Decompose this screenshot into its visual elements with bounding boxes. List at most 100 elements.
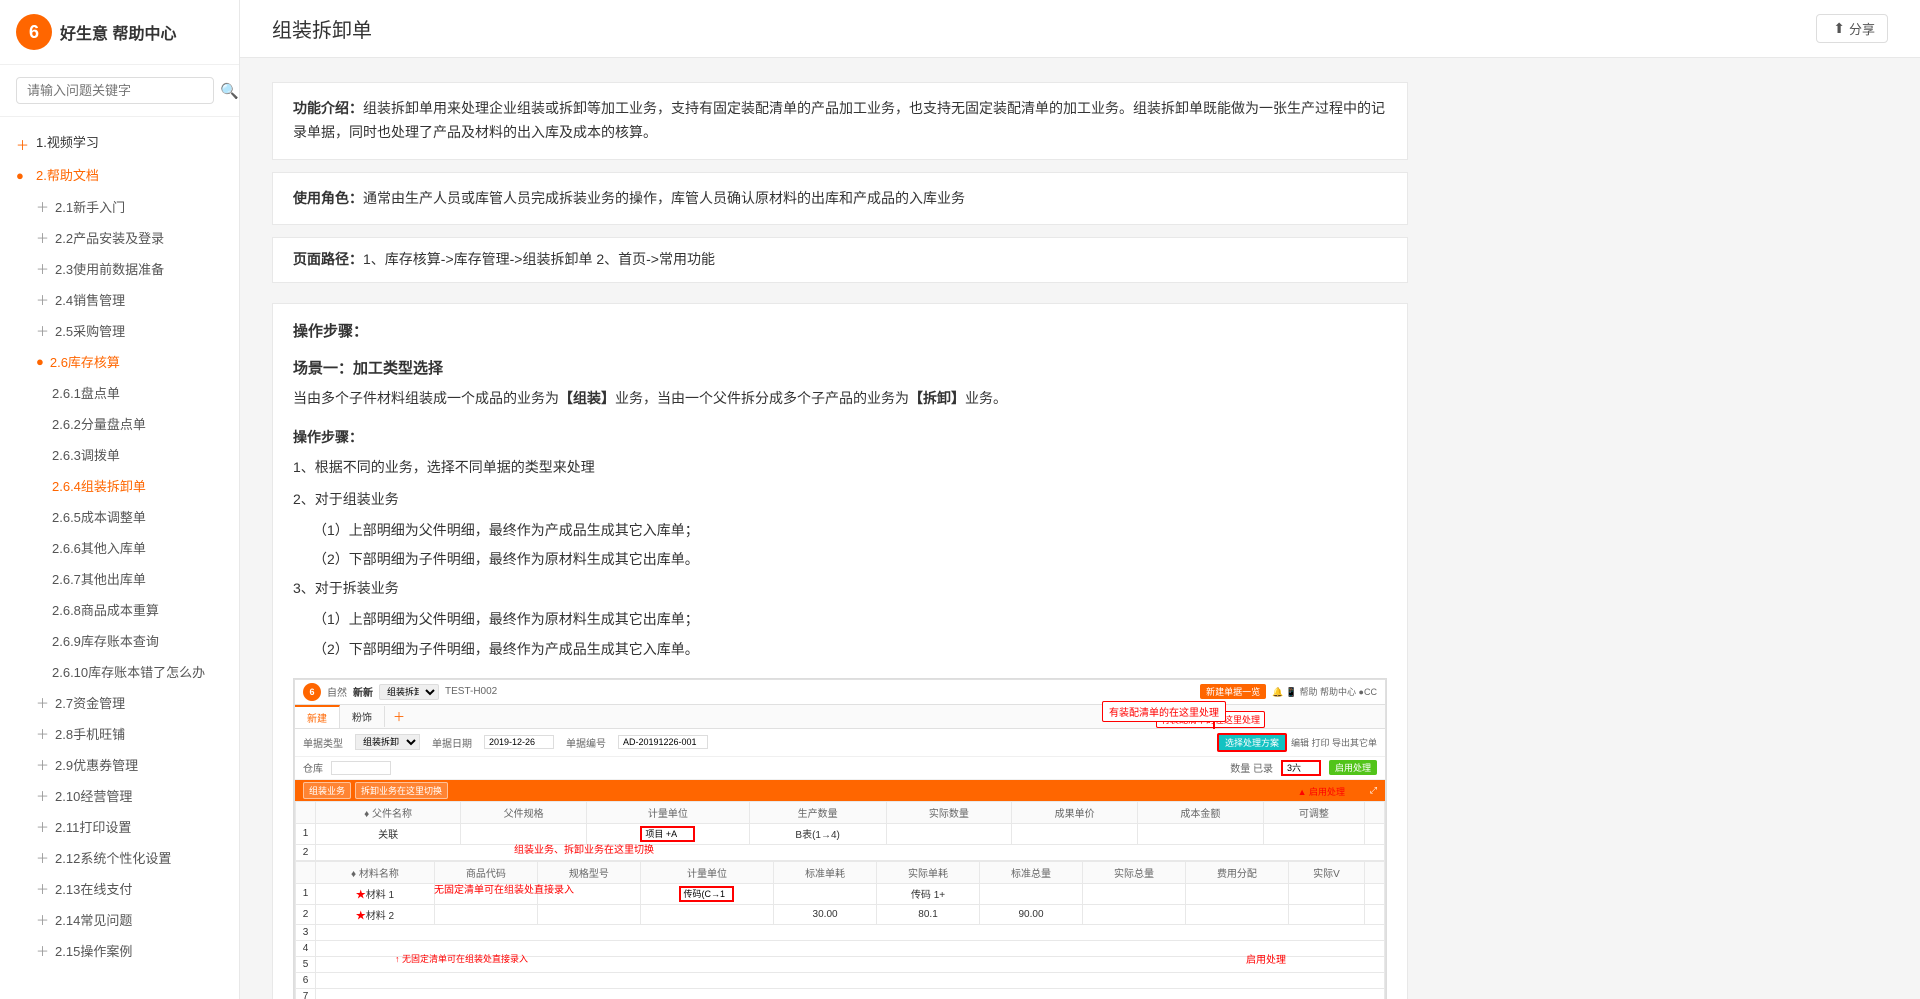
td-num: 2 [296, 904, 316, 924]
mini-select-type[interactable]: 组装拆卸单 [379, 684, 439, 700]
mini-new-doc-button[interactable]: 新建单据一览 [1200, 684, 1266, 699]
nav-label: 2.13在线支付 [55, 879, 132, 898]
th-unit: 计量单位 [587, 801, 750, 823]
function-intro-box: 功能介绍：组装拆卸单用来处理企业组装或拆卸等加工业务，支持有固定装配清单的产品加… [272, 82, 1408, 160]
sidebar-item-215[interactable]: ＋ 2.15操作案例 [0, 935, 239, 966]
share-button[interactable]: ⬆ 分享 [1816, 14, 1888, 43]
step2-1: （1）上部明细为父件明细，最终作为产成品生成其它入库单； [293, 518, 1387, 543]
sidebar-item-label: 2.帮助文档 [36, 165, 99, 184]
sidebar-item-214[interactable]: ＋ 2.14常见问题 [0, 904, 239, 935]
sidebar-item-25[interactable]: ＋ 2.5采购管理 [0, 315, 239, 346]
td-unit [640, 883, 773, 904]
plus-icon: ＋ [36, 910, 49, 929]
sidebar-item-videos[interactable]: ＋ 1.视频学习 [0, 125, 239, 158]
mini-tab-new[interactable]: 新建 [295, 705, 340, 728]
td-actual-qty [886, 823, 1012, 844]
sidebar-item-266[interactable]: 2.6.6其他入库单 [0, 532, 239, 563]
td-actual-v [1288, 904, 1364, 924]
ops-steps-label: 操作步骤： [293, 427, 1387, 447]
td-actual-v [1288, 883, 1364, 904]
mini-tab-second[interactable]: 粉饰 [340, 706, 385, 727]
nav-label: 2.6.7其他出库单 [52, 569, 146, 588]
sidebar-item-docs[interactable]: ● 2.帮助文档 [0, 158, 239, 191]
sidebar-item-28[interactable]: ＋ 2.8手机旺铺 [0, 718, 239, 749]
sidebar-item-29[interactable]: ＋ 2.9优惠券管理 [0, 749, 239, 780]
function-intro-label: 功能介绍： [293, 100, 363, 116]
sidebar-item-213[interactable]: ＋ 2.13在线支付 [0, 873, 239, 904]
sidebar-item-269[interactable]: 2.6.9库存账本查询 [0, 625, 239, 656]
plus-icon: ＋ [36, 228, 49, 247]
mini-tab-add[interactable]: ＋ [385, 705, 413, 728]
sidebar-item-262[interactable]: 2.6.2分量盘点单 [0, 408, 239, 439]
mini-warehouse-input[interactable] [331, 761, 391, 775]
nav-label: 2.4销售管理 [55, 290, 125, 309]
td-adjustable [1263, 823, 1364, 844]
sidebar-item-21[interactable]: ＋ 2.1新手入门 [0, 191, 239, 222]
sidebar-item-27[interactable]: ＋ 2.7资金管理 [0, 687, 239, 718]
td-std-con [774, 883, 877, 904]
mini-ui-mockup: 6 自然 新新 组装拆卸单 TEST-H002 新建单据一览 🔔 📱 帮助 帮助… [294, 679, 1386, 999]
mini-table-input2[interactable] [679, 886, 734, 902]
sidebar-item-212[interactable]: ＋ 2.12系统个性化设置 [0, 842, 239, 873]
role-label: 使用角色： [293, 190, 363, 206]
sidebar-item-261[interactable]: 2.6.1盘点单 [0, 377, 239, 408]
td-act-tot [1082, 883, 1185, 904]
search-button[interactable]: 🔍 [220, 82, 239, 100]
td-mat-name: ★材料 2 [316, 904, 435, 924]
sidebar-item-267[interactable]: 2.6.7其他出库单 [0, 563, 239, 594]
td-mat-name: ★材料 1 [316, 883, 435, 904]
ops-title: 操作步骤： [293, 320, 1387, 341]
mini-btn-assemble[interactable]: 组装业务 [303, 782, 351, 799]
step3: 3、对于拆装业务 [293, 576, 1387, 601]
mini-test-id: TEST-H002 [445, 686, 497, 697]
annotation-direct-entry: 无固定清单可在组装处直接录入 [434, 881, 574, 896]
sidebar-item-264[interactable]: 2.6.4组装拆卸单 [0, 470, 239, 501]
mini-resize-icon[interactable]: ⤢ [1370, 785, 1377, 796]
mini-table-upper-wrap: ♦ 父件名称 父件规格 计量单位 生产数量 实际数量 成果单价 成本金额 可调整 [295, 801, 1385, 861]
mini-process-button[interactable]: 选择处理方案 [1217, 733, 1287, 752]
mini-form-type-select[interactable]: 组装拆卸 [355, 734, 420, 750]
th-parent-spec: 父件规格 [461, 801, 587, 823]
table-row: 2 ★材料 2 30.00 80.1 90.00 [296, 904, 1385, 924]
table-row: 7 [296, 988, 1385, 999]
annotation-scene-switch: 组装业务、拆卸业务在这里切换 [514, 841, 654, 856]
nav-label: 2.6.10库存账本错了怎么办 [52, 662, 205, 681]
plus-icon: ＋ [36, 724, 49, 743]
sidebar-item-2610[interactable]: 2.6.10库存账本错了怎么办 [0, 656, 239, 687]
th-actual-v: 实际V [1288, 861, 1364, 883]
td-num: 5 [296, 956, 316, 972]
mini-qty-input[interactable] [1281, 760, 1321, 776]
sidebar-item-268[interactable]: 2.6.8商品成本重算 [0, 594, 239, 625]
step1: 1、根据不同的业务，选择不同单据的类型来处理 [293, 455, 1387, 480]
mini-form-num-input[interactable] [618, 735, 708, 749]
th-actual-total: 实际总量 [1082, 861, 1185, 883]
th-cost-price: 成果单价 [1012, 801, 1138, 823]
th-checkbox [296, 801, 316, 823]
table-row: 3 [296, 924, 1385, 940]
sidebar-item-211[interactable]: ＋ 2.11打印设置 [0, 811, 239, 842]
mini-form-row1: 单据类型 组装拆卸 单据日期 单据编号 选择处理方案 编辑 打印 导出其它单 [295, 729, 1385, 757]
sidebar-item-263[interactable]: 2.6.3调拨单 [0, 439, 239, 470]
nav-label: 2.8手机旺铺 [55, 724, 125, 743]
plus-icon: ＋ [36, 321, 49, 340]
mini-btn-disassemble[interactable]: 拆卸业务在这里切换 [355, 782, 448, 799]
sidebar-item-210[interactable]: ＋ 2.10经营管理 [0, 780, 239, 811]
mini-orange-toolbar: 组装业务 拆卸业务在这里切换 ⤢ [295, 780, 1385, 801]
search-input[interactable] [16, 77, 214, 104]
mini-apply-button[interactable]: 启用处理 [1329, 760, 1377, 775]
td-act-con: 80.1 [877, 904, 980, 924]
sidebar-item-22[interactable]: ＋ 2.2产品安装及登录 [0, 222, 239, 253]
sidebar-item-23[interactable]: ＋ 2.3使用前数据准备 [0, 253, 239, 284]
mini-icons-area: 🔔 📱 帮助 帮助中心 ●CC [1272, 685, 1377, 698]
td-row-ops [1365, 823, 1385, 844]
td-num: 1 [296, 823, 316, 844]
sidebar-item-26[interactable]: ● 2.6库存核算 [0, 346, 239, 377]
th-actual-qty: 实际数量 [886, 801, 1012, 823]
mini-table-input[interactable] [640, 826, 695, 842]
td-cost-price [1012, 823, 1138, 844]
step3-2: （2）下部明细为子件明细，最终作为产成品生成其它入库单。 [293, 637, 1387, 662]
sidebar-item-24[interactable]: ＋ 2.4销售管理 [0, 284, 239, 315]
mini-form-date-input[interactable] [484, 735, 554, 749]
logo-icon: 6 [16, 14, 52, 50]
sidebar-item-265[interactable]: 2.6.5成本调整单 [0, 501, 239, 532]
